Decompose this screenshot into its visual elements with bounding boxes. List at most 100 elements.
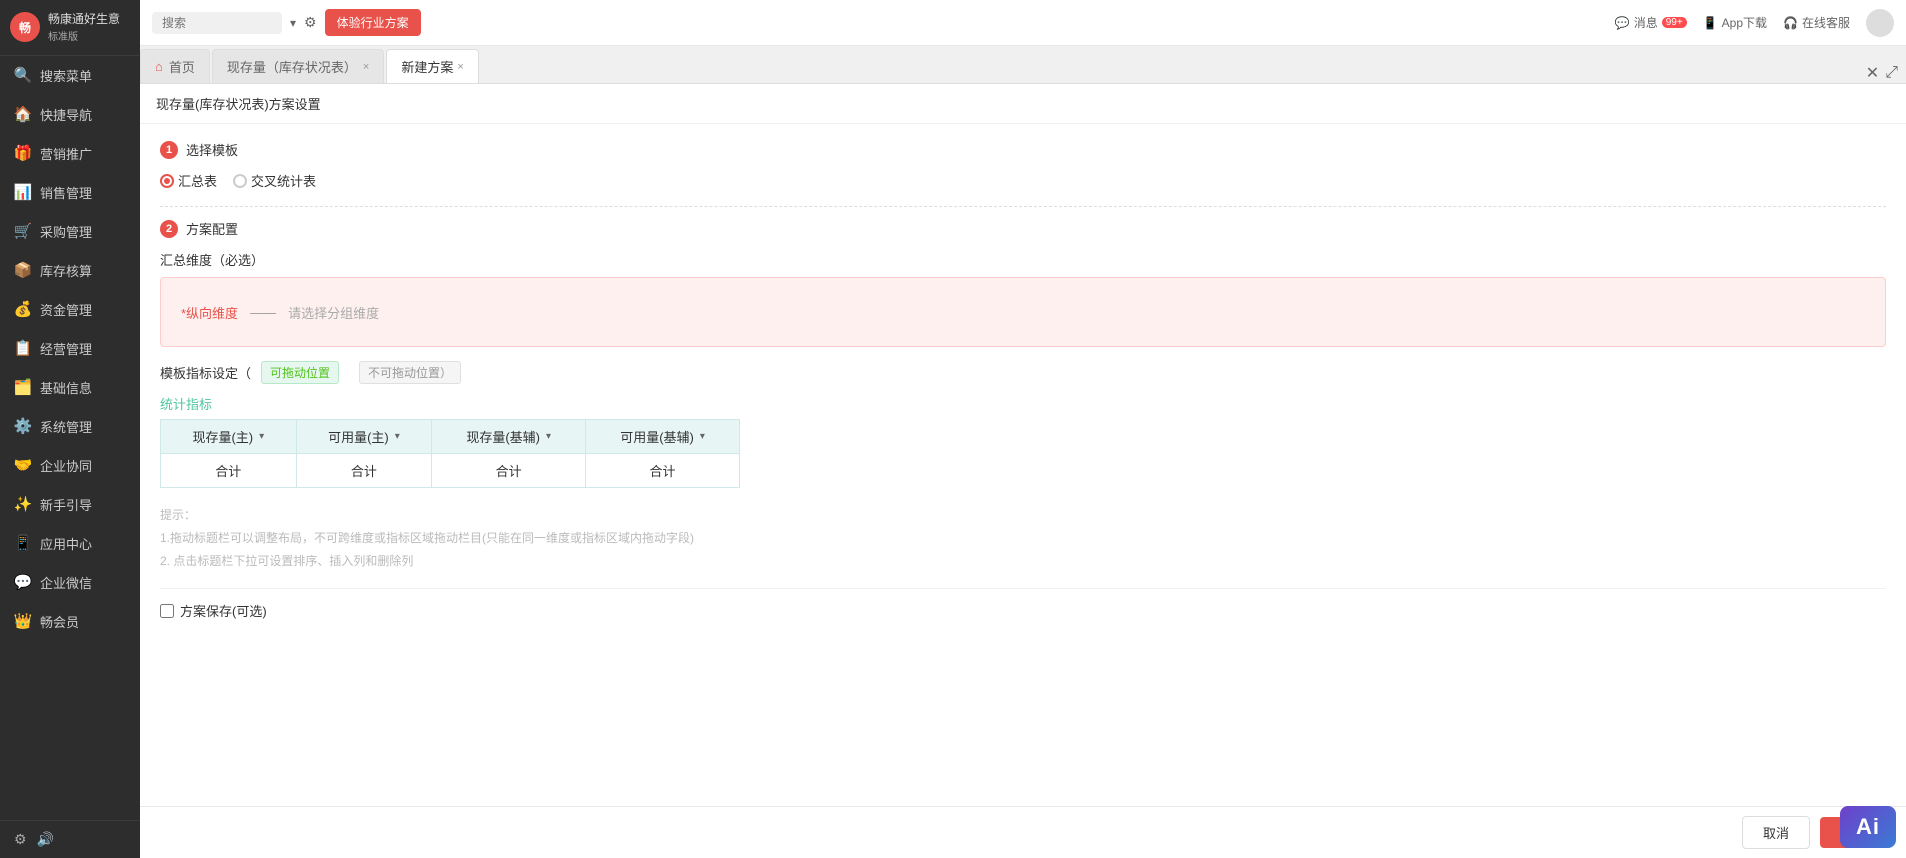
stats-col-body-1: 合计 [296,454,432,488]
content-area: 现存量(库存状况表)方案设置 1 选择模板 汇总表 [140,84,1906,806]
col-label-1: 可用量(主) [328,427,389,446]
sidebar-item-search[interactable]: 🔍搜索菜单 [0,56,140,95]
sidebar-item-label-appcenter: 应用中心 [40,534,92,553]
sidebar-item-quicknav[interactable]: 🏠 快捷导航 [0,95,140,134]
sidebar-item-label-enterprise: 企业协同 [40,456,92,475]
step1-block: 1 选择模板 汇总表 交叉统计表 [160,140,1886,190]
message-button[interactable]: 💬 消息 99+ [1615,14,1687,31]
tips-area: 提示： 1.拖动标题栏可以调整布局，不可跨维度或指标区域拖动栏目(只能在同一维度… [160,504,1886,572]
cancel-button[interactable]: 取消 [1742,816,1810,849]
stats-col-header-1[interactable]: 可用量(主) ▾ [296,420,432,454]
col-chevron-0[interactable]: ▾ [259,431,264,442]
new-tab-label: 新建方案 [401,57,453,76]
sidebar: 畅 畅康通好生意 标准版 🔍搜索菜单🏠快捷导航🎁营销推广📊销售管理🛒采购管理📦库… [0,0,140,858]
finance-icon: 💰 [14,300,32,318]
sidebar-item-inventory[interactable]: 📦库存核算 [0,251,140,290]
sidebar-item-basic[interactable]: 🗂️基础信息 [0,368,140,407]
tab-inventory[interactable]: 现存量（库存状况表） × [212,49,384,83]
step2-label: 方案配置 [186,219,238,238]
trial-button[interactable]: 体验行业方案 [325,9,421,36]
step2-title: 2 方案配置 [160,219,1886,238]
basic-icon: 🗂️ [14,378,32,396]
radio-summary-label: 汇总表 [178,171,217,190]
radio-cross[interactable]: 交叉统计表 [233,171,316,190]
sidebar-item-operations[interactable]: 📋经营管理 [0,329,140,368]
sidebar-item-label-purchase: 采购管理 [40,222,92,241]
quicknav-icon: 🏠 [14,105,32,123]
indicator-fixed-tag: 不可拖动位置） [359,361,461,384]
step2-number: 2 [160,220,178,238]
online-service-button[interactable]: 🎧 在线客服 [1783,14,1850,31]
indicator-settings: 模板指标设定（ 可拖动位置 不可拖动位置） [160,361,1886,384]
indicator-movable-tag: 可拖动位置 [261,361,339,384]
stats-col-header-3[interactable]: 可用量(基辅) ▾ [586,420,740,454]
dimension-label: 汇总维度（必选） [160,250,1886,269]
sidebar-item-sales[interactable]: 📊销售管理 [0,173,140,212]
sidebar-item-label-search: 搜索菜单 [40,66,92,85]
phone-icon: 📱 [1703,16,1718,30]
dropdown-arrow[interactable]: ▾ [290,16,296,30]
sales-icon: 📊 [14,183,32,201]
inventory-icon: 📦 [14,261,32,279]
sidebar-item-label-newuser: 新手引导 [40,495,92,514]
col-label-2: 现存量(基辅) [466,427,540,446]
topbar-right: 💬 消息 99+ 📱 App下载 🎧 在线客服 [1615,9,1894,37]
new-tab-close[interactable]: × [457,61,463,73]
footer-bar: 取消 查询 [140,806,1906,858]
page-breadcrumb: 现存量(库存状况表)方案设置 [140,84,1906,124]
radio-summary-circle [160,174,174,188]
inventory-tab-close[interactable]: × [363,61,369,73]
sidebar-item-finance[interactable]: 💰资金管理 [0,290,140,329]
tip1: 1.拖动标题栏可以调整布局，不可跨维度或指标区域拖动栏目(只能在同一维度或指标区… [160,531,694,545]
stats-col-header-2[interactable]: 现存量(基辅) ▾ [432,420,586,454]
stats-col-header-0[interactable]: 现存量(主)▾ [161,420,297,454]
dimension-box: *纵向维度 —— 请选择分组维度 [160,277,1886,347]
settings-icon[interactable]: ⚙ [14,831,27,848]
expand-window-icon[interactable]: ⤢ [1885,64,1898,82]
save-option: 方案保存(可选) [160,588,1886,632]
search-input[interactable] [152,12,282,34]
col-label-3: 可用量(基辅) [620,427,694,446]
gear-icon[interactable]: ⚙ [304,14,317,31]
stats-col-body-0: 合计 [161,454,297,488]
sidebar-item-purchase[interactable]: 🛒 采购管理 [0,212,140,251]
radio-cross-label: 交叉统计表 [251,171,316,190]
sidebar-item-label-weixin: 企业微信 [40,573,92,592]
radio-cross-circle [233,174,247,188]
app-download-button[interactable]: 📱 App下载 [1703,14,1767,31]
tab-new-scheme[interactable]: 新建方案 × [386,49,478,83]
col-chevron-3[interactable]: ▾ [700,431,705,442]
close-window-icon[interactable]: ✕ [1866,63,1879,83]
sidebar-item-label-member: 畅会员 [40,612,79,631]
sidebar-item-system[interactable]: ⚙️系统管理 [0,407,140,446]
sidebar-item-marketing[interactable]: 🎁营销推广 [0,134,140,173]
stats-table: 现存量(主)▾可用量(主)▾现存量(基辅)▾可用量(基辅)▾ 合计合计合计合计 [160,419,740,488]
home-icon: ⌂ [155,59,163,74]
sound-icon[interactable]: 🔊 [37,831,54,848]
tab-home[interactable]: ⌂ 首页 [140,49,210,83]
sidebar-item-newuser[interactable]: ✨新手引导 [0,485,140,524]
col-chevron-2[interactable]: ▾ [546,431,551,442]
indicator-settings-label: 模板指标设定（ [160,363,251,382]
user-avatar[interactable] [1866,9,1894,37]
main-area: ▾ ⚙ 体验行业方案 💬 消息 99+ 📱 App下载 🎧 在线客服 ⌂ 首页 [140,0,1906,858]
stats-col-body-2: 合计 [432,454,586,488]
headset-icon: 🎧 [1783,16,1798,30]
radio-summary[interactable]: 汇总表 [160,171,217,190]
ai-badge[interactable]: Ai [1840,806,1896,848]
purchase-icon: 🛒 [14,222,32,240]
col-chevron-1[interactable]: ▾ [395,431,400,442]
save-checkbox[interactable] [160,604,174,618]
topbar: ▾ ⚙ 体验行业方案 💬 消息 99+ 📱 App下载 🎧 在线客服 [140,0,1906,46]
sidebar-item-enterprise[interactable]: 🤝企业协同 [0,446,140,485]
sidebar-item-member[interactable]: 👑畅会员 [0,602,140,641]
sidebar-item-appcenter[interactable]: 📱应用中心 [0,524,140,563]
sidebar-item-label-quicknav: 快捷导航 [40,105,92,124]
sidebar-item-weixin[interactable]: 💬企业微信 [0,563,140,602]
dimension-dash: —— [250,305,276,320]
message-badge: 99+ [1662,17,1687,28]
tabs-bar: ⌂ 首页 现存量（库存状况表） × 新建方案 × ✕ ⤢ [140,46,1906,84]
save-label: 方案保存(可选) [180,601,267,620]
dimension-placeholder[interactable]: 请选择分组维度 [288,303,379,322]
step1-title: 1 选择模板 [160,140,1886,159]
